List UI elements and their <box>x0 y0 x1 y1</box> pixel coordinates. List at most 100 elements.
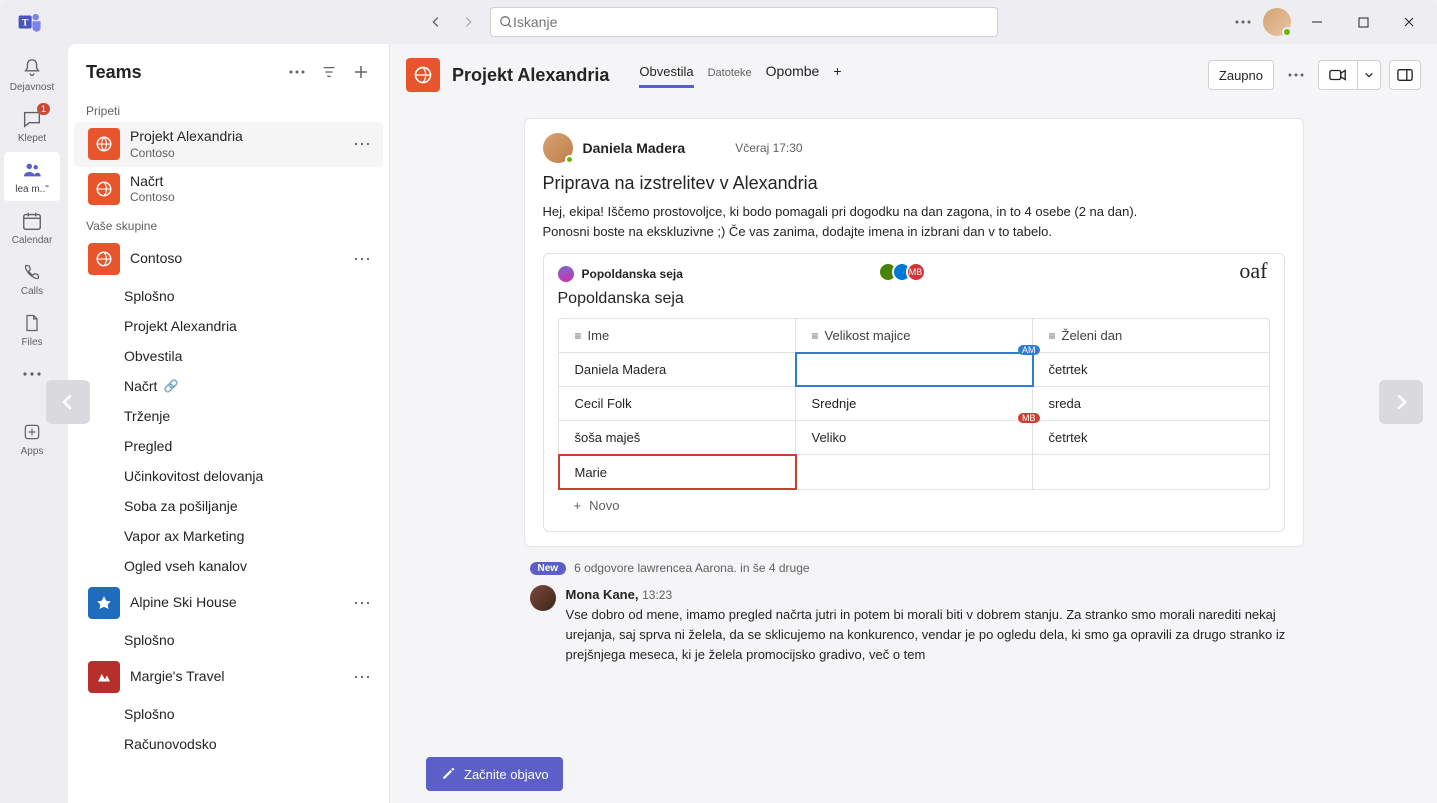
post-author-avatar[interactable] <box>543 133 573 163</box>
team-alpine[interactable]: Alpine Ski House ⋯ <box>74 581 383 625</box>
loop-title: Popoldanska seja <box>558 290 1270 308</box>
rail-files[interactable]: Files <box>4 305 60 354</box>
search-input[interactable] <box>513 14 989 30</box>
open-pane-button[interactable] <box>1389 60 1421 90</box>
people-icon <box>20 158 44 182</box>
loop-component[interactable]: Popoldanska seja MB oaf Popoldanska seja… <box>543 253 1285 532</box>
post-title: Priprava na izstrelitev v Alexandria <box>543 173 1285 194</box>
team-tile-icon <box>88 128 120 160</box>
more-icon <box>20 362 44 386</box>
nav-back-button[interactable] <box>422 8 450 36</box>
rail-chat[interactable]: 1Klepet <box>4 101 60 150</box>
meet-dropdown-button[interactable] <box>1357 60 1381 90</box>
channel-nacrt[interactable]: Načrt🔗 <box>68 371 389 401</box>
rail-calendar[interactable]: Calendar <box>4 203 60 252</box>
title-bar: T <box>0 0 1437 44</box>
rail-calls[interactable]: Calls <box>4 254 60 303</box>
channel-soba[interactable]: Soba za pošiljanje <box>68 491 389 521</box>
channel-vapor[interactable]: Vapor ax Marketing <box>68 521 389 551</box>
loop-logo-icon <box>558 266 574 282</box>
team-item-more-button[interactable]: ⋯ <box>353 135 371 153</box>
window-maximize-button[interactable] <box>1343 7 1383 37</box>
channel-margie-racun[interactable]: Računovodsko <box>68 729 389 759</box>
loop-component-name: Popoldanska seja <box>582 267 683 281</box>
tab-add[interactable]: + <box>833 63 841 85</box>
team-contoso[interactable]: Contoso ⋯ <box>74 237 383 281</box>
table-row[interactable]: Daniela Madera AM četrtek <box>559 353 1269 387</box>
text-column-icon: ≡ <box>812 329 819 343</box>
channel-trzenje[interactable]: Trženje <box>68 401 389 431</box>
channel-title: Projekt Alexandria <box>452 65 609 86</box>
rail-teams[interactable]: lea m.." <box>4 152 60 201</box>
posts-timeline[interactable]: Daniela Madera Včeraj 17:30 Priprava na … <box>390 106 1437 803</box>
pinned-item-nacrt[interactable]: NačrtContoso <box>74 167 383 212</box>
post-card: Daniela Madera Včeraj 17:30 Priprava na … <box>524 118 1304 547</box>
channel-ucinkovitost[interactable]: Učinkovitost delovanja <box>68 461 389 491</box>
channel-more-button[interactable] <box>1282 61 1310 89</box>
team-item-more-button[interactable]: ⋯ <box>353 250 371 268</box>
tab-notes[interactable]: Opombe <box>766 63 820 85</box>
create-team-button[interactable] <box>347 58 375 86</box>
chat-badge: 1 <box>37 103 50 115</box>
window-minimize-button[interactable] <box>1297 7 1337 37</box>
channel-alpine-splosno[interactable]: Splošno <box>68 625 389 655</box>
table-row[interactable]: Cecil Folk Srednje sreda <box>559 387 1269 421</box>
loop-presence-avatars: MB <box>884 262 926 282</box>
channel-splosno[interactable]: Splošno <box>68 281 389 311</box>
reply-author-avatar[interactable] <box>530 585 556 611</box>
post-timestamp: Včeraj 17:30 <box>735 141 802 155</box>
sidebar-more-button[interactable] <box>283 58 311 86</box>
section-pinned-label: Pripeti <box>68 96 389 122</box>
chevron-down-icon <box>1364 70 1374 80</box>
replies-summary[interactable]: New 6 odgovore lawrencea Aarona. in še 4… <box>524 561 1304 575</box>
team-item-more-button[interactable]: ⋯ <box>353 668 371 686</box>
panel-icon <box>1397 68 1413 82</box>
tab-files[interactable]: Datoteke <box>708 67 752 85</box>
table-row[interactable]: Marie <box>559 455 1269 489</box>
team-item-more-button[interactable]: ⋯ <box>353 594 371 612</box>
reply-author-name: Mona Kane, <box>566 587 639 602</box>
loop-brand-text: oaf <box>1239 258 1267 284</box>
window-close-button[interactable] <box>1389 7 1429 37</box>
tab-posts[interactable]: Obvestila <box>639 64 693 88</box>
settings-more-button[interactable] <box>1229 8 1257 36</box>
apps-icon <box>20 420 44 444</box>
sidebar-title: Teams <box>86 62 283 83</box>
channel-main: Projekt Alexandria Obvestila Datoteke Op… <box>390 44 1437 803</box>
team-margie[interactable]: Margie's Travel ⋯ <box>74 655 383 699</box>
rail-activity[interactable]: Dejavnost <box>4 50 60 99</box>
cell-with-cursor[interactable]: VelikoMB <box>796 421 1033 454</box>
table-row[interactable]: šoša maješ VelikoMB četrtek <box>559 421 1269 455</box>
new-post-button[interactable]: Začnite objavo <box>426 757 563 791</box>
user-avatar[interactable] <box>1263 8 1291 36</box>
bell-icon <box>20 56 44 80</box>
nav-forward-button[interactable] <box>454 8 482 36</box>
filter-button[interactable] <box>315 58 343 86</box>
carousel-prev-button[interactable] <box>46 380 90 424</box>
editing-cell[interactable]: Marie <box>559 455 796 489</box>
channel-view-all[interactable]: Ogled vseh kanalov <box>68 551 389 581</box>
reply-message: Mona Kane, 13:23 Vse dobro od mene, imam… <box>524 585 1304 666</box>
phone-icon <box>20 260 44 284</box>
focused-cell[interactable]: AM <box>796 353 1033 386</box>
channel-projekt-alexandria[interactable]: Projekt Alexandria <box>68 311 389 341</box>
sensitivity-button[interactable]: Zaupno <box>1208 60 1274 90</box>
channel-header: Projekt Alexandria Obvestila Datoteke Op… <box>390 44 1437 106</box>
file-icon <box>20 311 44 335</box>
pinned-item-projekt-alexandria[interactable]: Projekt AlexandriaContoso ⋯ <box>74 122 383 167</box>
calendar-icon <box>20 209 44 233</box>
add-row-button[interactable]: +Novo <box>558 490 1270 521</box>
team-tile-icon <box>88 587 120 619</box>
loop-table[interactable]: ≡Ime ≡Velikost majice ≡Želeni dan Daniel… <box>558 318 1270 490</box>
channel-pregled[interactable]: Pregled <box>68 431 389 461</box>
search-box[interactable] <box>490 7 998 37</box>
channel-margie-splosno[interactable]: Splošno <box>68 699 389 729</box>
meet-button[interactable] <box>1318 60 1357 90</box>
svg-text:T: T <box>22 17 29 28</box>
channel-obvestila[interactable]: Obvestila <box>68 341 389 371</box>
carousel-next-button[interactable] <box>1379 380 1423 424</box>
team-tile-icon <box>88 173 120 205</box>
link-icon: 🔗 <box>163 379 178 393</box>
video-icon <box>1329 68 1347 82</box>
chevron-left-icon <box>58 392 78 412</box>
